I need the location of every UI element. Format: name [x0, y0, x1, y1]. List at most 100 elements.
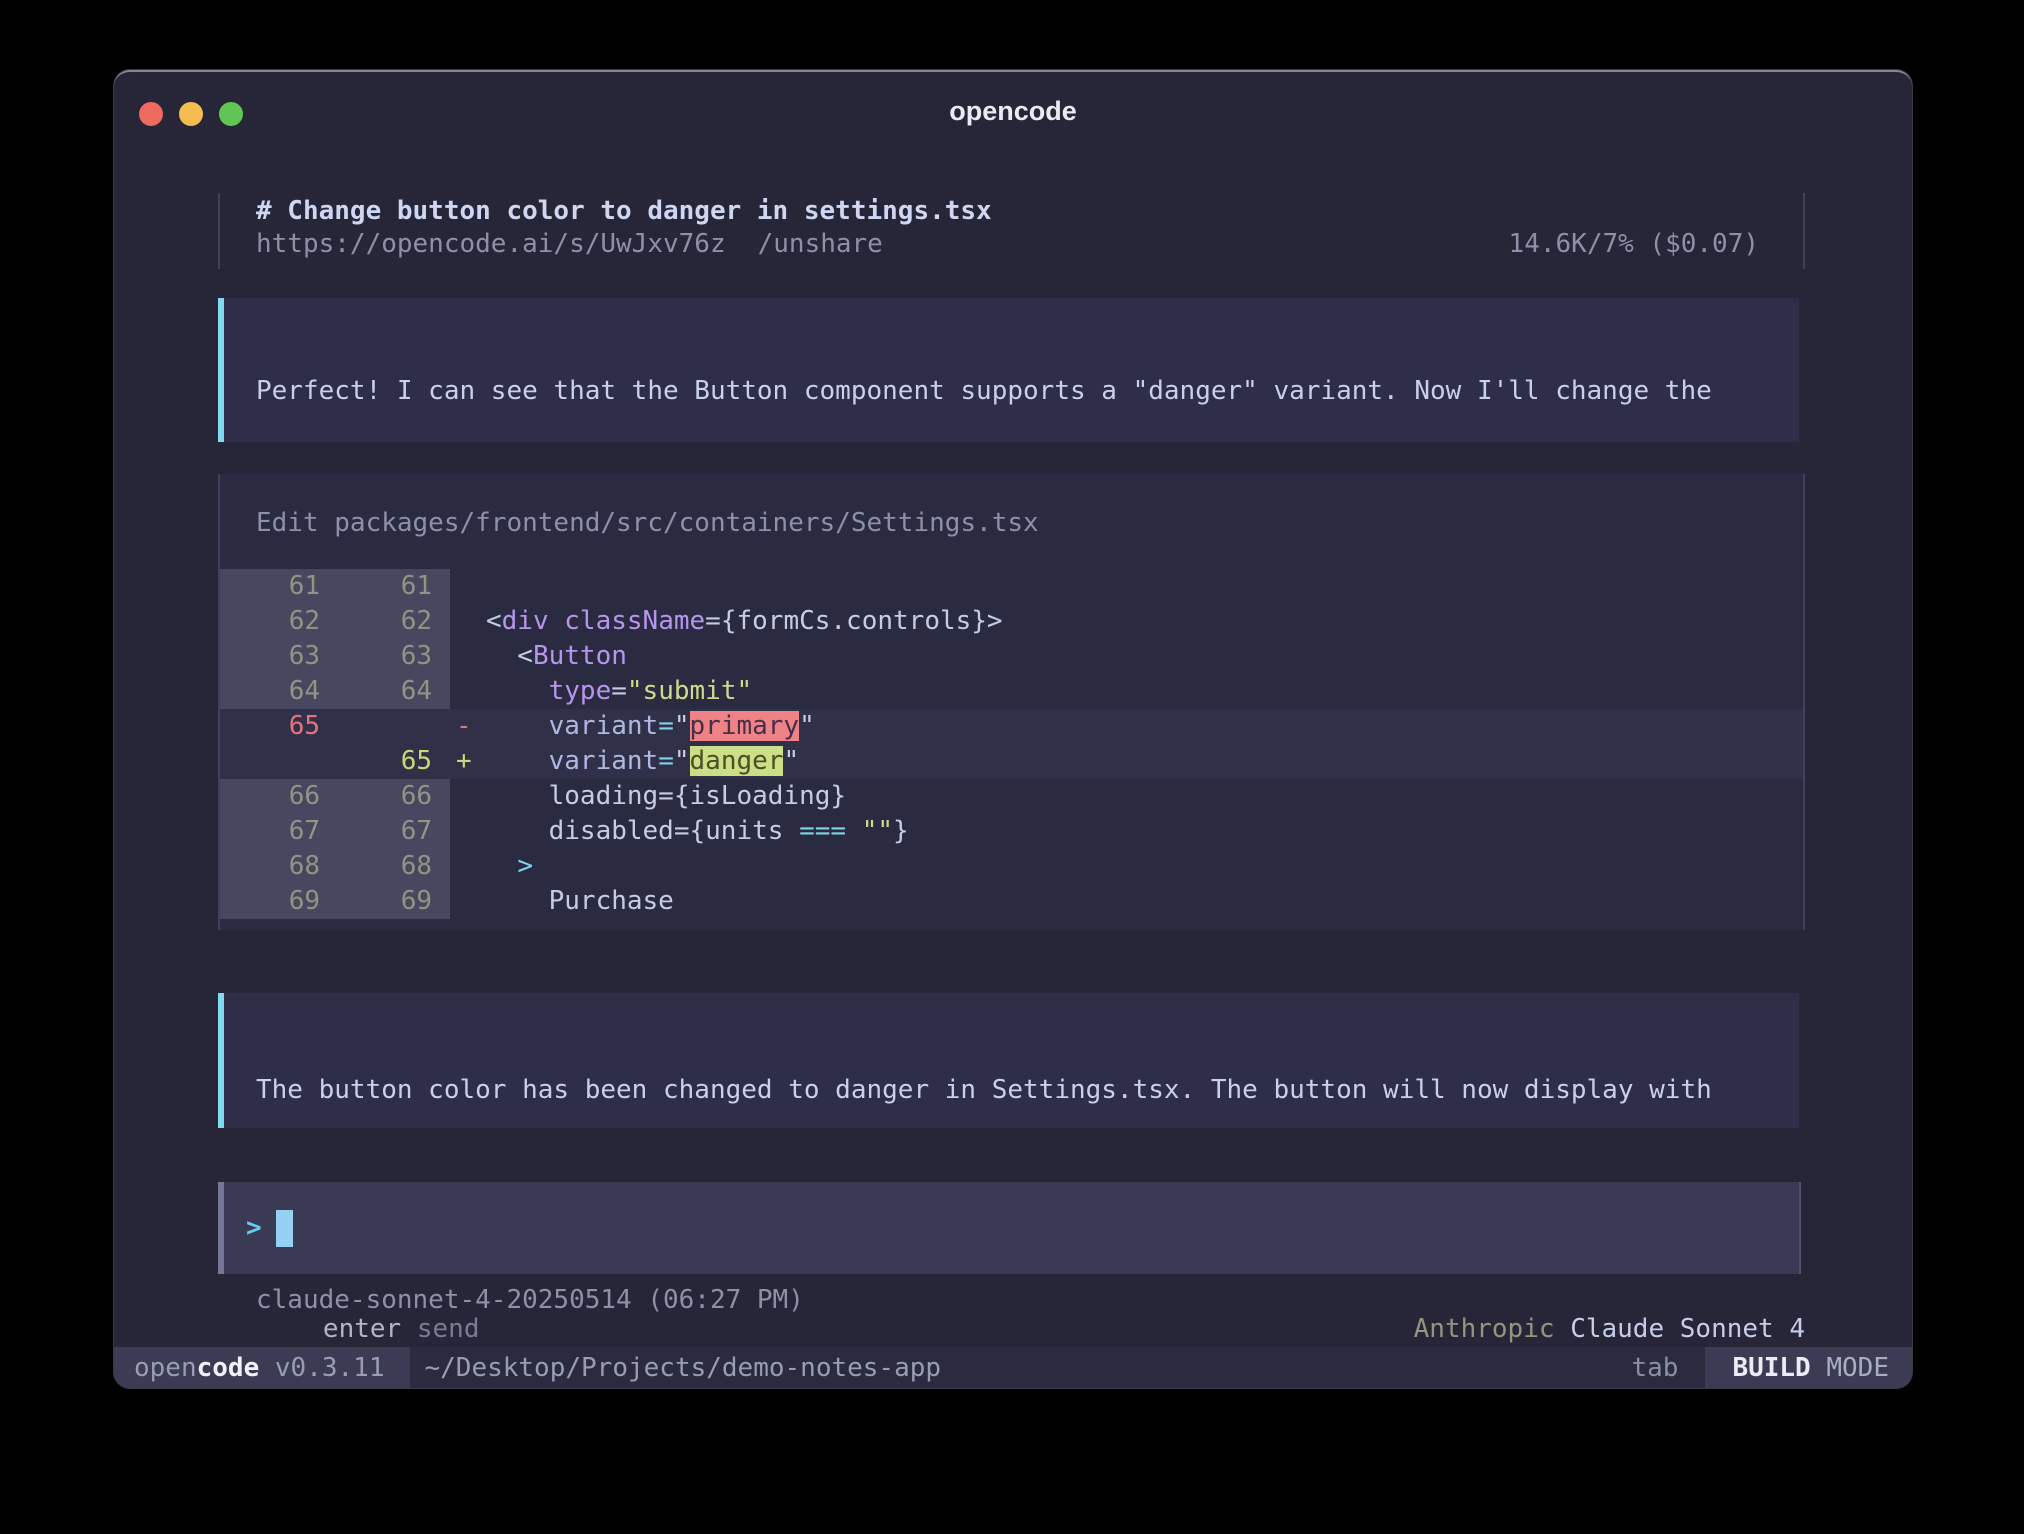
- diff-row: 6868 >: [220, 849, 1803, 884]
- code-token: [486, 746, 549, 776]
- diff-row: 6464 type="submit": [220, 674, 1803, 709]
- edit-tool-panel: Edit packages/frontend/src/containers/Se…: [218, 474, 1805, 930]
- prompt-input[interactable]: >: [218, 1182, 1801, 1274]
- code-token: [486, 851, 517, 881]
- old-line-number: 68: [220, 849, 320, 884]
- code-line: loading={isLoading}: [486, 779, 1803, 814]
- tab-hint: tab: [1631, 1353, 1678, 1383]
- code-token: ": [799, 711, 815, 741]
- code-token: [846, 816, 862, 846]
- old-line-number: 64: [220, 674, 320, 709]
- diff-row: 65- variant="primary": [220, 709, 1803, 744]
- code-line: >: [486, 849, 1803, 884]
- code-token: ": [674, 746, 690, 776]
- code-token: }: [893, 816, 909, 846]
- brand-label: open: [134, 1353, 197, 1383]
- code-token: ===: [799, 816, 846, 846]
- edit-tool-title: Edit packages/frontend/src/containers/Se…: [220, 474, 1803, 538]
- diff-row: 6767 disabled={units === ""}: [220, 814, 1803, 849]
- diff-marker: +: [450, 744, 486, 779]
- new-line-number: 61: [320, 569, 450, 604]
- code-line: [486, 569, 1803, 604]
- code-token: >: [517, 851, 533, 881]
- diff-marker: -: [450, 709, 486, 744]
- window-title: opencode: [114, 96, 1912, 127]
- code-token: variant: [549, 746, 659, 776]
- diff-row: 6666 loading={isLoading}: [220, 779, 1803, 814]
- code-line: disabled={units === ""}: [486, 814, 1803, 849]
- old-line-number: 62: [220, 604, 320, 639]
- new-line-number: 66: [320, 779, 450, 814]
- new-line-number: 65: [320, 744, 450, 779]
- prompt-caret-icon: >: [246, 1213, 262, 1243]
- code-token: Purchase: [486, 886, 674, 916]
- code-line: type="submit": [486, 674, 1803, 709]
- old-line-number: 65: [220, 709, 320, 744]
- code-token: [486, 676, 549, 706]
- code-token: div: [502, 606, 549, 636]
- message-line: The button color has been changed to dan…: [256, 1073, 1799, 1108]
- code-line: variant="danger": [486, 744, 1803, 779]
- code-token: <: [486, 606, 502, 636]
- old-line-number: 66: [220, 779, 320, 814]
- code-token: type: [549, 676, 612, 706]
- new-line-number: 64: [320, 674, 450, 709]
- diff-marker: [450, 849, 486, 884]
- code-token: danger: [690, 746, 784, 776]
- code-token: =: [658, 711, 674, 741]
- code-token: =: [611, 676, 627, 706]
- session-title: # Change button color to danger in setti…: [256, 195, 1803, 228]
- code-token: =: [658, 746, 674, 776]
- session-header: # Change button color to danger in setti…: [218, 193, 1805, 269]
- new-line-number: [320, 709, 450, 744]
- code-line: variant="primary": [486, 709, 1803, 744]
- hint-send-label: send: [417, 1314, 480, 1344]
- mode-badge[interactable]: BUILD MODE: [1705, 1347, 1912, 1388]
- code-token: [549, 606, 565, 636]
- diff-marker: [450, 674, 486, 709]
- context-stats: 14.6K/7% ($0.07): [1509, 228, 1803, 261]
- diff-marker: [450, 814, 486, 849]
- new-line-number: 63: [320, 639, 450, 674]
- text-cursor: [276, 1210, 293, 1247]
- new-line-number: 68: [320, 849, 450, 884]
- diff-row: 6262<div className={formCs.controls}>: [220, 604, 1803, 639]
- message-line: Perfect! I can see that the Button compo…: [256, 374, 1799, 409]
- diff-marker: [450, 639, 486, 674]
- old-line-number: 63: [220, 639, 320, 674]
- new-line-number: 69: [320, 884, 450, 919]
- code-token: ": [783, 746, 799, 776]
- code-token: "": [862, 816, 893, 846]
- diff-row: 6969 Purchase: [220, 884, 1803, 919]
- assistant-message: Perfect! I can see that the Button compo…: [218, 298, 1799, 442]
- diff-row: 6161: [220, 569, 1803, 604]
- version-label: v0.3.11: [275, 1353, 385, 1383]
- code-line: Purchase: [486, 884, 1803, 919]
- hint-enter-key: enter: [323, 1314, 401, 1344]
- diff-view: 61616262<div className={formCs.controls}…: [220, 569, 1803, 919]
- code-token: ={formCs.controls}>: [705, 606, 1002, 636]
- code-token: Button: [533, 641, 627, 671]
- diff-row: 65+ variant="danger": [220, 744, 1803, 779]
- old-line-number: 69: [220, 884, 320, 919]
- unshare-action[interactable]: /unshare: [758, 228, 883, 261]
- code-token: loading={isLoading}: [486, 781, 846, 811]
- status-bar: opencode v0.3.11 ~/Desktop/Projects/demo…: [114, 1347, 1912, 1388]
- code-token: primary: [690, 711, 800, 741]
- cwd-label: ~/Desktop/Projects/demo-notes-app: [424, 1353, 941, 1383]
- code-token: className: [564, 606, 705, 636]
- code-token: <: [486, 641, 533, 671]
- diff-row: 6363 <Button: [220, 639, 1803, 674]
- code-token: "submit": [627, 676, 752, 706]
- opencode-window: opencode # Change button color to danger…: [114, 70, 1912, 1388]
- old-line-number: 67: [220, 814, 320, 849]
- model-label: Claude Sonnet 4: [1570, 1314, 1805, 1344]
- code-line: <Button: [486, 639, 1803, 674]
- code-token: variant: [549, 711, 659, 741]
- diff-marker: [450, 884, 486, 919]
- code-token: [486, 711, 549, 741]
- code-token: disabled={units: [486, 816, 799, 846]
- code-line: <div className={formCs.controls}>: [486, 604, 1803, 639]
- assistant-message: The button color has been changed to dan…: [218, 993, 1799, 1128]
- share-url-link[interactable]: https://opencode.ai/s/UwJxv76z: [256, 228, 726, 261]
